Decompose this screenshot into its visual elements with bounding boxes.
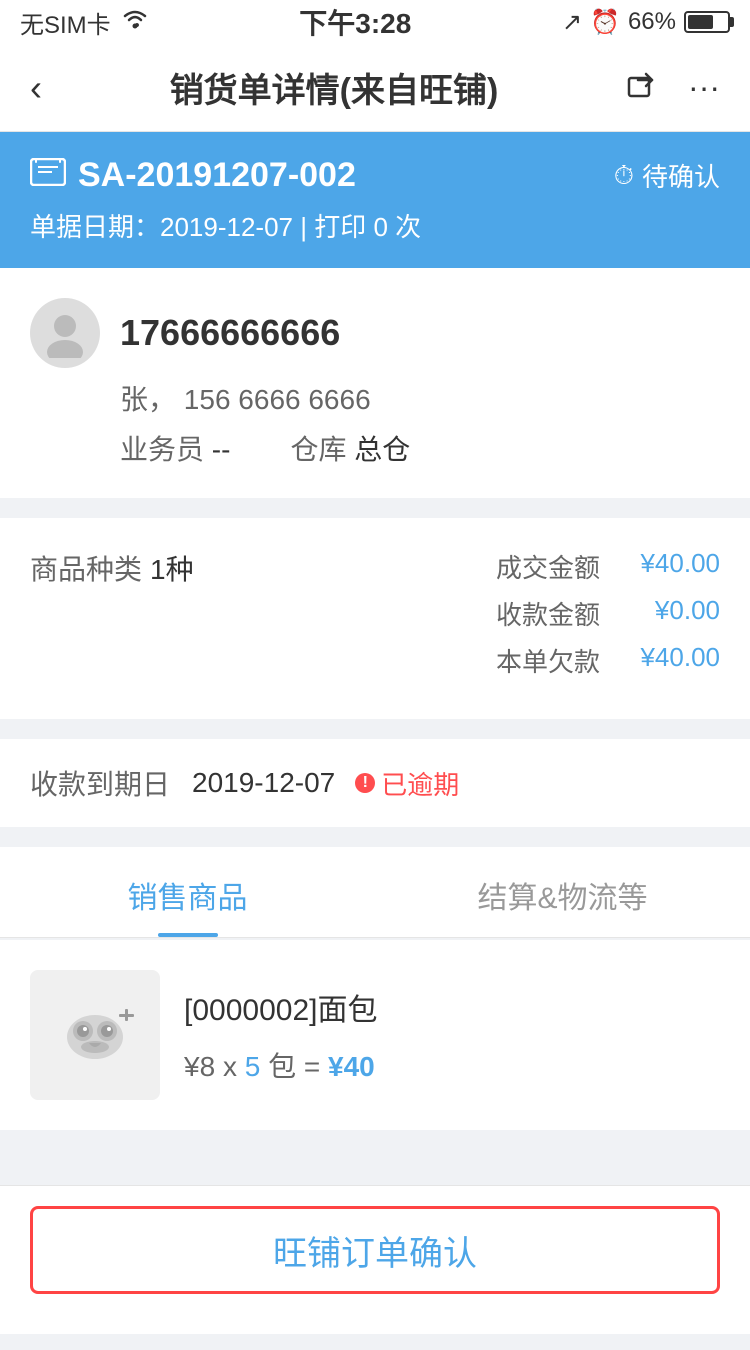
location-icon: ↗ [562, 8, 582, 37]
order-header: SA-20191207-002 ⏱ 待确认 单据日期：2019-12-07 | … [0, 132, 750, 268]
warehouse-field: 仓库 总仓 [290, 428, 410, 468]
wifi-icon [121, 8, 149, 36]
order-status: ⏱ 待确认 [614, 157, 720, 194]
deal-amount-row: 成交金额 ¥40.00 [375, 548, 720, 585]
customer-meta: 业务员 -- 仓库 总仓 [120, 428, 720, 468]
more-icon[interactable]: ··· [688, 69, 720, 106]
product-logo [55, 1005, 135, 1065]
status-left: 无SIM卡 [20, 5, 149, 40]
amounts-section: 成交金额 ¥40.00 收款金额 ¥0.00 本单欠款 ¥40.00 [375, 548, 720, 689]
order-id: SA-20191207-002 [30, 156, 356, 195]
avatar [30, 298, 100, 368]
product-name: [0000002]面包 [184, 985, 720, 1029]
alarm-icon: ⏰ [590, 8, 620, 37]
battery-percent: 66% [628, 8, 676, 36]
summary-section: 商品种类 1种 成交金额 ¥40.00 收款金额 ¥0.00 本单欠款 ¥40.… [0, 518, 750, 719]
order-date: 单据日期：2019-12-07 | 打印 0 次 [30, 207, 720, 244]
owed-amount-row: 本单欠款 ¥40.00 [375, 642, 720, 679]
customer-phone: 17666666666 [120, 312, 340, 354]
sales-field: 业务员 -- [120, 428, 230, 468]
clock-icon: ⏱ [614, 160, 634, 192]
overdue-badge: ! 已逾期 [355, 765, 459, 802]
page-title: 销货单详情(来自旺铺) [170, 63, 499, 112]
due-date-section: 收款到期日 2019-12-07 ! 已逾期 [0, 739, 750, 827]
received-amount-row: 收款金额 ¥0.00 [375, 595, 720, 632]
product-type-field: 商品种类 1种 [30, 548, 375, 588]
order-icon [30, 156, 66, 195]
product-info: [0000002]面包 ¥8 x 5 包 = ¥40 [184, 985, 720, 1085]
nav-bar: ‹ 销货单详情(来自旺铺) ··· [0, 44, 750, 132]
battery-icon [684, 11, 730, 33]
bottom-bar: 旺铺订单确认 [0, 1185, 750, 1334]
share-icon[interactable] [626, 68, 658, 108]
tab-settlement[interactable]: 结算&物流等 [375, 847, 750, 937]
product-price: ¥8 x 5 包 = ¥40 [184, 1045, 720, 1085]
product-thumbnail [30, 970, 160, 1100]
time-display: 下午3:28 [299, 2, 411, 42]
status-right: ↗ ⏰ 66% [562, 8, 730, 37]
tabs: 销售商品 结算&物流等 [0, 847, 750, 938]
status-bar: 无SIM卡 下午3:28 ↗ ⏰ 66% [0, 0, 750, 44]
tab-products[interactable]: 销售商品 [0, 847, 375, 937]
product-section: [0000002]面包 ¥8 x 5 包 = ¥40 [0, 940, 750, 1130]
product-item: [0000002]面包 ¥8 x 5 包 = ¥40 [30, 970, 720, 1100]
confirm-button[interactable]: 旺铺订单确认 [30, 1206, 720, 1294]
customer-section: 17666666666 张， 156 6666 6666 业务员 -- 仓库 总… [0, 268, 750, 498]
back-button[interactable]: ‹ [30, 67, 42, 109]
customer-name: 张， 156 6666 6666 [120, 378, 720, 418]
carrier-text: 无SIM卡 [20, 5, 111, 40]
nav-actions: ··· [626, 68, 720, 108]
overdue-icon: ! [355, 773, 375, 793]
